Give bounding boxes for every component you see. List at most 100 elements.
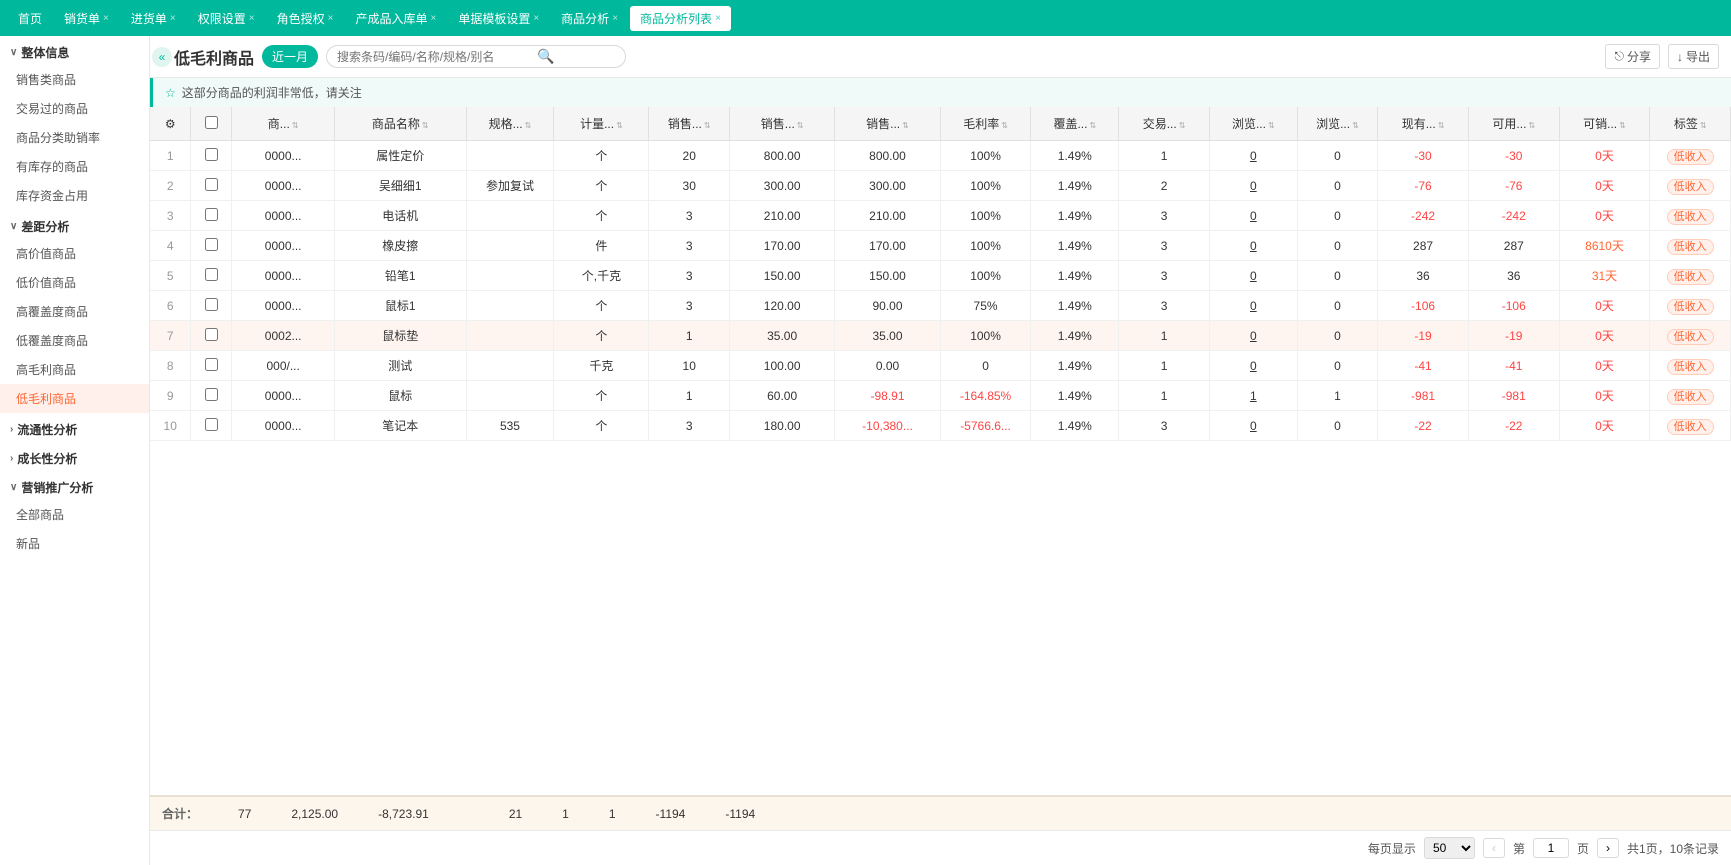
row-checkbox-cell [191, 381, 232, 411]
nav-item-analysis[interactable]: 商品分析 × [551, 6, 628, 31]
row-checkbox[interactable] [205, 328, 218, 341]
sidebar-group-liquidity[interactable]: › 流通性分析 [0, 413, 149, 442]
row-checkbox[interactable] [205, 298, 218, 311]
close-icon[interactable]: × [430, 13, 436, 24]
col-sale-cost[interactable]: 销售...⇅ [835, 107, 940, 141]
sidebar-item-high-value[interactable]: 高价值商品 [0, 239, 149, 268]
table-row: 100000...笔记本535个3180.00-10,380...-5766.6… [150, 411, 1731, 441]
nav-item-home[interactable]: 首页 [8, 6, 52, 31]
col-coverage[interactable]: 覆盖...⇅ [1031, 107, 1119, 141]
col-trade[interactable]: 交易...⇅ [1119, 107, 1210, 141]
search-icon[interactable]: 🔍 [537, 48, 554, 65]
table-row: 30000...电话机个3210.00210.00100%1.49%300-24… [150, 201, 1731, 231]
nav-item-purchase[interactable]: 进货单 × [121, 6, 186, 31]
row-browse2: 0 [1297, 261, 1377, 291]
row-code: 0000... [232, 231, 334, 261]
col-name[interactable]: 商品名称⇅ [334, 107, 466, 141]
row-unit: 个 [554, 141, 649, 171]
per-page-select[interactable]: 50 20 100 [1424, 837, 1475, 859]
row-name: 鼠标垫 [334, 321, 466, 351]
row-checkbox[interactable] [205, 268, 218, 281]
row-checkbox[interactable] [205, 418, 218, 431]
next-page-button[interactable]: › [1597, 838, 1619, 858]
close-icon[interactable]: × [249, 13, 255, 24]
nav-item-permission[interactable]: 权限设置 × [188, 6, 265, 31]
col-sale-amt[interactable]: 销售...⇅ [729, 107, 834, 141]
row-checkbox[interactable] [205, 358, 218, 371]
row-gross: 100% [940, 171, 1031, 201]
row-checkbox[interactable] [205, 238, 218, 251]
nav-item-analysis-list[interactable]: 商品分析列表 × [630, 6, 731, 31]
col-settings[interactable]: ⚙ [150, 107, 191, 141]
nav-item-product[interactable]: 产成品入库单 × [345, 6, 446, 31]
sidebar-group-gap[interactable]: ∨ 差距分析 [0, 210, 149, 239]
footer-avail: -1194 [725, 807, 755, 821]
sidebar-group-marketing[interactable]: ∨ 营销推广分析 [0, 471, 149, 500]
arrow-icon: › [10, 453, 13, 464]
sidebar-item-new-goods[interactable]: 新品 [0, 529, 149, 558]
col-stock[interactable]: 现有...⇅ [1378, 107, 1469, 141]
col-tag[interactable]: 标签⇅ [1650, 107, 1731, 141]
col-avail[interactable]: 可用...⇅ [1468, 107, 1559, 141]
nav-item-role[interactable]: 角色授权 × [267, 6, 344, 31]
col-checkbox[interactable] [191, 107, 232, 141]
row-checkbox[interactable] [205, 208, 218, 221]
row-tag: 低收入 [1650, 291, 1731, 321]
nav-item-template[interactable]: 单据模板设置 × [448, 6, 549, 31]
col-browse1[interactable]: 浏览...⇅ [1209, 107, 1297, 141]
col-browse2[interactable]: 浏览...⇅ [1297, 107, 1377, 141]
sidebar-group-growth[interactable]: › 成长性分析 [0, 442, 149, 471]
row-code: 0000... [232, 201, 334, 231]
col-code[interactable]: 商...⇅ [232, 107, 334, 141]
close-icon[interactable]: × [533, 13, 539, 24]
sidebar-item-traded-goods[interactable]: 交易过的商品 [0, 94, 149, 123]
export-button[interactable]: ↓ 导出 [1668, 44, 1719, 69]
sidebar-group-overall[interactable]: ∨ 整体信息 [0, 36, 149, 65]
sidebar-item-low-coverage[interactable]: 低覆盖度商品 [0, 326, 149, 355]
col-gross[interactable]: 毛利率⇅ [940, 107, 1031, 141]
close-icon[interactable]: × [103, 13, 109, 24]
sidebar-item-low-value[interactable]: 低价值商品 [0, 268, 149, 297]
share-button[interactable]: ⎋ 分享 [1605, 44, 1660, 69]
page-title: 低毛利商品 [174, 45, 254, 69]
close-icon[interactable]: × [715, 13, 721, 24]
row-sale-qty: 30 [649, 171, 729, 201]
close-icon[interactable]: × [612, 13, 618, 24]
sidebar-item-low-margin[interactable]: 低毛利商品 [0, 384, 149, 413]
nav-item-sales[interactable]: 销货单 × [54, 6, 119, 31]
row-spec: 参加复试 [466, 171, 554, 201]
select-all-checkbox[interactable] [205, 116, 218, 129]
sidebar-collapse-button[interactable]: « [152, 47, 172, 67]
sidebar-item-category-rate[interactable]: 商品分类助销率 [0, 123, 149, 152]
row-code: 0000... [232, 261, 334, 291]
col-spec[interactable]: 规格...⇅ [466, 107, 554, 141]
sidebar-item-capital[interactable]: 库存资金占用 [0, 181, 149, 210]
close-icon[interactable]: × [328, 13, 334, 24]
sidebar-item-in-stock[interactable]: 有库存的商品 [0, 152, 149, 181]
close-icon[interactable]: × [170, 13, 176, 24]
data-table: ⚙ 商...⇅ 商品名称⇅ 规格...⇅ 计量...⇅ 销售...⇅ 销售...… [150, 107, 1731, 441]
sidebar-item-sales-goods[interactable]: 销售类商品 [0, 65, 149, 94]
sidebar-item-high-margin[interactable]: 高毛利商品 [0, 355, 149, 384]
row-checkbox[interactable] [205, 148, 218, 161]
period-button[interactable]: 近一月 [262, 45, 318, 68]
row-name: 笔记本 [334, 411, 466, 441]
prev-page-button[interactable]: ‹ [1483, 838, 1505, 858]
row-sale-cost: 35.00 [835, 321, 940, 351]
col-unit[interactable]: 计量...⇅ [554, 107, 649, 141]
row-browse1: 0 [1209, 321, 1297, 351]
sidebar-item-all-goods[interactable]: 全部商品 [0, 500, 149, 529]
col-sale-qty[interactable]: 销售...⇅ [649, 107, 729, 141]
row-stock: 36 [1378, 261, 1469, 291]
page-input[interactable] [1533, 838, 1569, 858]
footer-browse1: 1 [562, 807, 569, 821]
row-checkbox[interactable] [205, 388, 218, 401]
row-spec [466, 201, 554, 231]
search-input[interactable] [337, 50, 537, 64]
row-checkbox[interactable] [205, 178, 218, 191]
row-browse2: 0 [1297, 201, 1377, 231]
table-row: 20000...吴细细1参加复试个30300.00300.00100%1.49%… [150, 171, 1731, 201]
sidebar-item-high-coverage[interactable]: 高覆盖度商品 [0, 297, 149, 326]
col-saleable[interactable]: 可销...⇅ [1559, 107, 1650, 141]
row-num: 10 [150, 411, 191, 441]
